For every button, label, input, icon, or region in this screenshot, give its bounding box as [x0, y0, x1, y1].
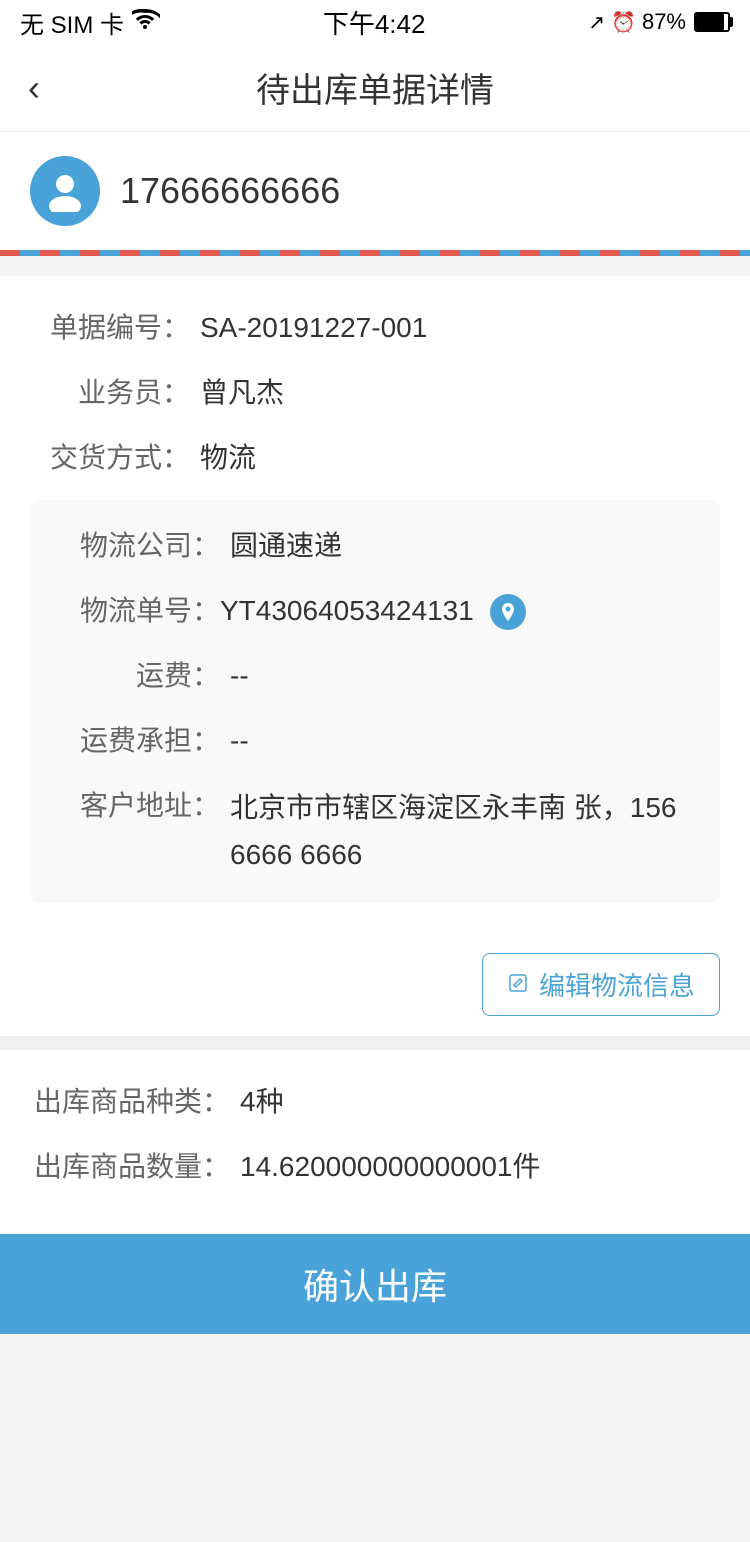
- salesperson-label: 业务员：: [30, 371, 190, 416]
- logistics-company-row: 物流公司： 圆通速递: [60, 524, 690, 569]
- address-label: 客户地址：: [60, 784, 220, 829]
- location-icon[interactable]: [490, 594, 526, 630]
- logistics-company-label: 物流公司：: [60, 524, 220, 569]
- goods-section: 出库商品种类： 4种 出库商品数量： 14.620000000000001件: [0, 1050, 750, 1220]
- doc-number-row: 单据编号： SA-20191227-001: [30, 306, 720, 351]
- status-left: 无 SIM 卡: [20, 5, 160, 40]
- address-row: 客户地址： 北京市市辖区海淀区永丰南 张，156 6666 6666: [60, 784, 690, 879]
- salesperson-value: 曾凡杰: [200, 371, 720, 416]
- freight-bearer-label: 运费承担：: [60, 719, 220, 764]
- goods-qty-label: 出库商品数量：: [30, 1145, 230, 1190]
- goods-type-row: 出库商品种类： 4种: [30, 1080, 720, 1125]
- goods-type-label: 出库商品种类：: [30, 1080, 230, 1125]
- tracking-number: YT43064053424131: [220, 589, 474, 634]
- doc-number-label: 单据编号：: [30, 306, 190, 351]
- back-button[interactable]: ‹: [28, 67, 40, 109]
- section-divider: [0, 1036, 750, 1050]
- battery-icon: [694, 12, 730, 32]
- doc-number-value: SA-20191227-001: [200, 306, 720, 351]
- gray-filler: [0, 1322, 750, 1542]
- time: 下午4:42: [323, 4, 426, 41]
- edit-btn-label: 编辑物流信息: [539, 966, 695, 1003]
- avatar: [30, 156, 100, 226]
- edit-btn-row: 编辑物流信息: [0, 933, 750, 1036]
- freight-bearer-row: 运费承担： --: [60, 719, 690, 764]
- sim-status: 无 SIM 卡: [20, 5, 124, 40]
- goods-type-value: 4种: [240, 1080, 720, 1125]
- user-header: 17666666666: [0, 132, 750, 250]
- address-value: 北京市市辖区海淀区永丰南 张，156 6666 6666: [230, 784, 690, 879]
- alarm-icon: ⏰: [611, 10, 636, 35]
- order-info-section: 单据编号： SA-20191227-001 业务员： 曾凡杰 交货方式： 物流 …: [0, 276, 750, 933]
- freight-row: 运费： --: [60, 654, 690, 699]
- delivery-row: 交货方式： 物流: [30, 436, 720, 481]
- nav-bar: ‹ 待出库单据详情: [0, 44, 750, 132]
- battery-text: 87%: [642, 9, 686, 35]
- wifi-icon: [132, 9, 160, 35]
- salesperson-row: 业务员： 曾凡杰: [30, 371, 720, 416]
- confirm-btn-label: 确认出库: [303, 1258, 447, 1310]
- user-phone: 17666666666: [120, 170, 340, 212]
- logistics-company-value: 圆通速递: [230, 524, 690, 569]
- status-bar: 无 SIM 卡 下午4:42 ↗ ⏰ 87%: [0, 0, 750, 44]
- logistics-card: 物流公司： 圆通速递 物流单号： YT43064053424131 运费： --…: [30, 500, 720, 902]
- tracking-row: 物流单号： YT43064053424131: [60, 589, 690, 634]
- location-status-icon: ↗: [588, 10, 605, 35]
- goods-qty-row: 出库商品数量： 14.620000000000001件: [30, 1145, 720, 1190]
- status-right: ↗ ⏰ 87%: [588, 9, 730, 35]
- edit-logistics-button[interactable]: 编辑物流信息: [482, 953, 720, 1016]
- confirm-button-area[interactable]: 确认出库: [0, 1234, 750, 1334]
- freight-value: --: [230, 654, 690, 699]
- delivery-label: 交货方式：: [30, 436, 190, 481]
- dashed-divider: [0, 250, 750, 256]
- delivery-value: 物流: [200, 436, 720, 481]
- freight-label: 运费：: [60, 654, 220, 699]
- tracking-label: 物流单号：: [60, 589, 220, 634]
- page-title: 待出库单据详情: [256, 63, 494, 112]
- edit-icon: [507, 972, 531, 996]
- goods-qty-value: 14.620000000000001件: [240, 1145, 720, 1190]
- freight-bearer-value: --: [230, 719, 690, 764]
